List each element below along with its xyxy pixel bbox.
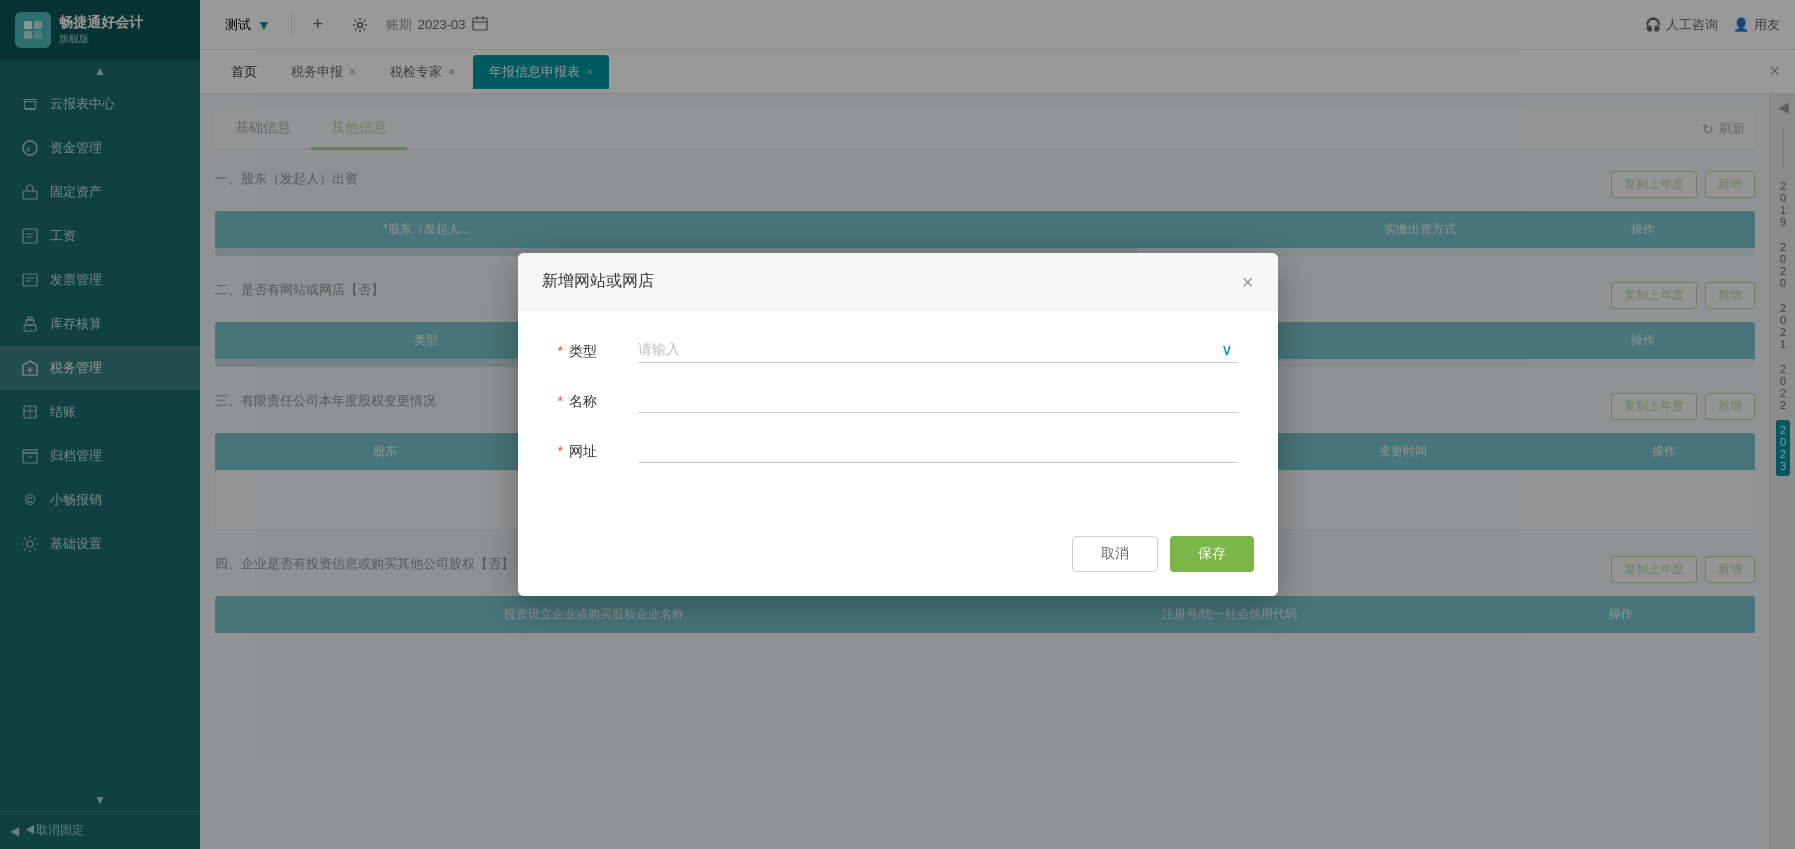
name-input-wrap bbox=[638, 391, 1238, 413]
dialog-body: * 类型 ∨ * 名称 * bbox=[518, 311, 1278, 521]
name-input[interactable] bbox=[638, 391, 1238, 407]
add-website-dialog: 新增网站或网店 × * 类型 ∨ * 名称 bbox=[518, 253, 1278, 596]
dialog-footer: 取消 保存 bbox=[518, 521, 1278, 596]
url-label: * 网址 bbox=[558, 443, 638, 461]
dialog-header: 新增网站或网店 × bbox=[518, 253, 1278, 311]
type-input-wrap: ∨ bbox=[638, 341, 1238, 363]
form-row-name: * 名称 bbox=[558, 391, 1238, 413]
dialog-close-btn[interactable]: × bbox=[1242, 272, 1254, 292]
form-row-url: * 网址 bbox=[558, 441, 1238, 463]
cancel-button[interactable]: 取消 bbox=[1072, 536, 1158, 572]
url-input[interactable] bbox=[638, 441, 1238, 457]
url-input-wrap bbox=[638, 441, 1238, 463]
name-required-star: * bbox=[558, 393, 563, 409]
type-label: * 类型 bbox=[558, 343, 638, 361]
dialog-title: 新增网站或网店 bbox=[542, 271, 654, 292]
type-input[interactable] bbox=[638, 341, 1238, 357]
name-label: * 名称 bbox=[558, 393, 638, 411]
form-row-type: * 类型 ∨ bbox=[558, 341, 1238, 363]
save-button[interactable]: 保存 bbox=[1170, 536, 1254, 572]
dialog-overlay: 新增网站或网店 × * 类型 ∨ * 名称 bbox=[0, 0, 1795, 849]
url-required-star: * bbox=[558, 443, 563, 459]
type-required-star: * bbox=[558, 343, 563, 359]
type-dropdown-arrow-icon[interactable]: ∨ bbox=[1221, 340, 1233, 359]
